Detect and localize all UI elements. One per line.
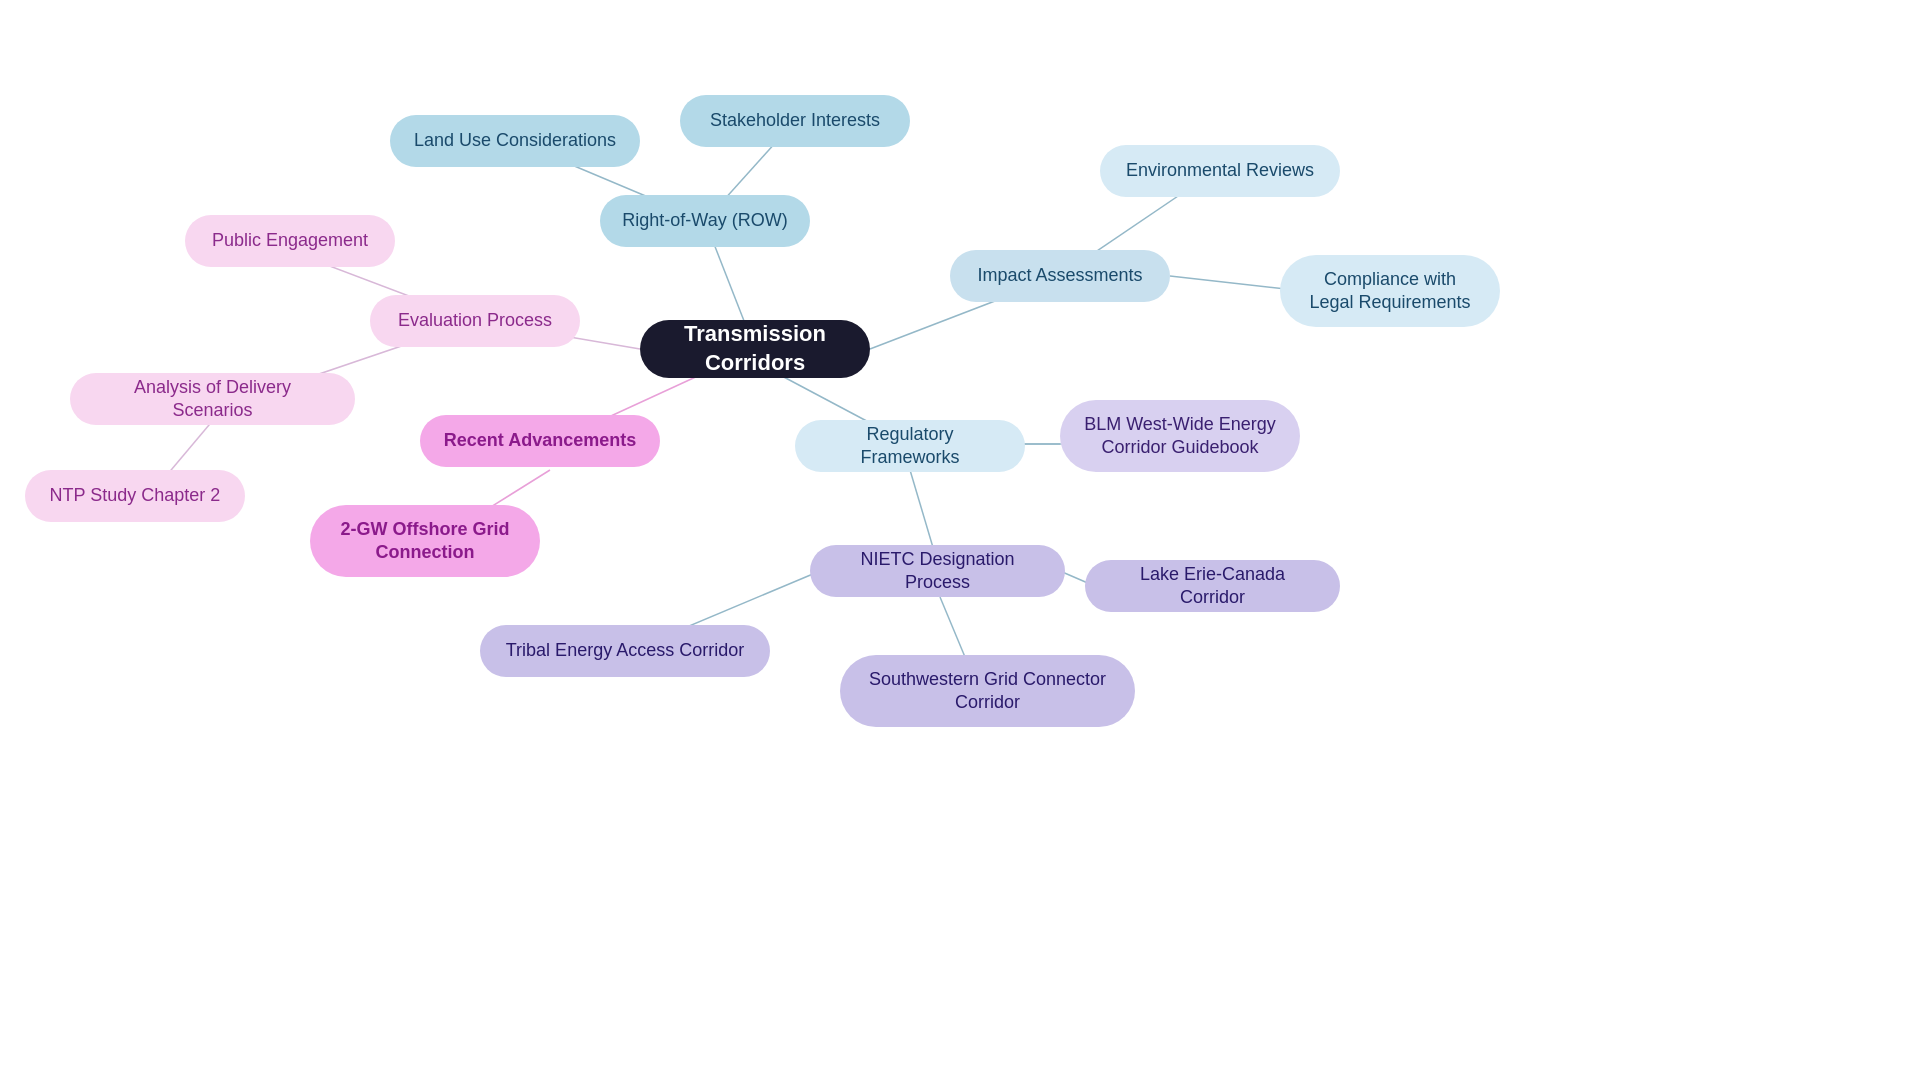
tribal-node[interactable]: Tribal Energy Access Corridor [480,625,770,677]
southwestern-label: Southwestern Grid Connector Corridor [862,668,1113,715]
nietc-label: NIETC Designation Process [832,548,1043,595]
impact-label: Impact Assessments [977,264,1142,287]
lake-erie-node[interactable]: Lake Erie-Canada Corridor [1085,560,1340,612]
row-label: Right-of-Way (ROW) [622,209,787,232]
stakeholder-label: Stakeholder Interests [710,109,880,132]
nietc-node[interactable]: NIETC Designation Process [810,545,1065,597]
public-eng-label: Public Engagement [212,229,368,252]
env-reviews-node[interactable]: Environmental Reviews [1100,145,1340,197]
blm-label: BLM West-Wide Energy Corridor Guidebook [1082,413,1278,460]
ntp-node[interactable]: NTP Study Chapter 2 [25,470,245,522]
southwestern-node[interactable]: Southwestern Grid Connector Corridor [840,655,1135,727]
delivery-label: Analysis of Delivery Scenarios [92,376,333,423]
reg-frameworks-node[interactable]: Regulatory Frameworks [795,420,1025,472]
offshore-node[interactable]: 2-GW Offshore Grid Connection [310,505,540,577]
compliance-node[interactable]: Compliance with Legal Requirements [1280,255,1500,327]
tribal-label: Tribal Energy Access Corridor [506,639,744,662]
blm-node[interactable]: BLM West-Wide Energy Corridor Guidebook [1060,400,1300,472]
center-label: Transmission Corridors [662,320,848,377]
env-reviews-label: Environmental Reviews [1126,159,1314,182]
land-use-label: Land Use Considerations [414,129,616,152]
land-use-node[interactable]: Land Use Considerations [390,115,640,167]
row-node[interactable]: Right-of-Way (ROW) [600,195,810,247]
reg-frameworks-label: Regulatory Frameworks [817,423,1003,470]
ntp-label: NTP Study Chapter 2 [50,484,221,507]
lake-erie-label: Lake Erie-Canada Corridor [1107,563,1318,610]
stakeholder-node[interactable]: Stakeholder Interests [680,95,910,147]
compliance-label: Compliance with Legal Requirements [1302,268,1478,315]
recent-adv-label: Recent Advancements [444,429,636,452]
eval-process-label: Evaluation Process [398,309,552,332]
delivery-node[interactable]: Analysis of Delivery Scenarios [70,373,355,425]
center-node[interactable]: Transmission Corridors [640,320,870,378]
recent-adv-node[interactable]: Recent Advancements [420,415,660,467]
offshore-label: 2-GW Offshore Grid Connection [332,518,518,565]
eval-process-node[interactable]: Evaluation Process [370,295,580,347]
impact-node[interactable]: Impact Assessments [950,250,1170,302]
public-eng-node[interactable]: Public Engagement [185,215,395,267]
